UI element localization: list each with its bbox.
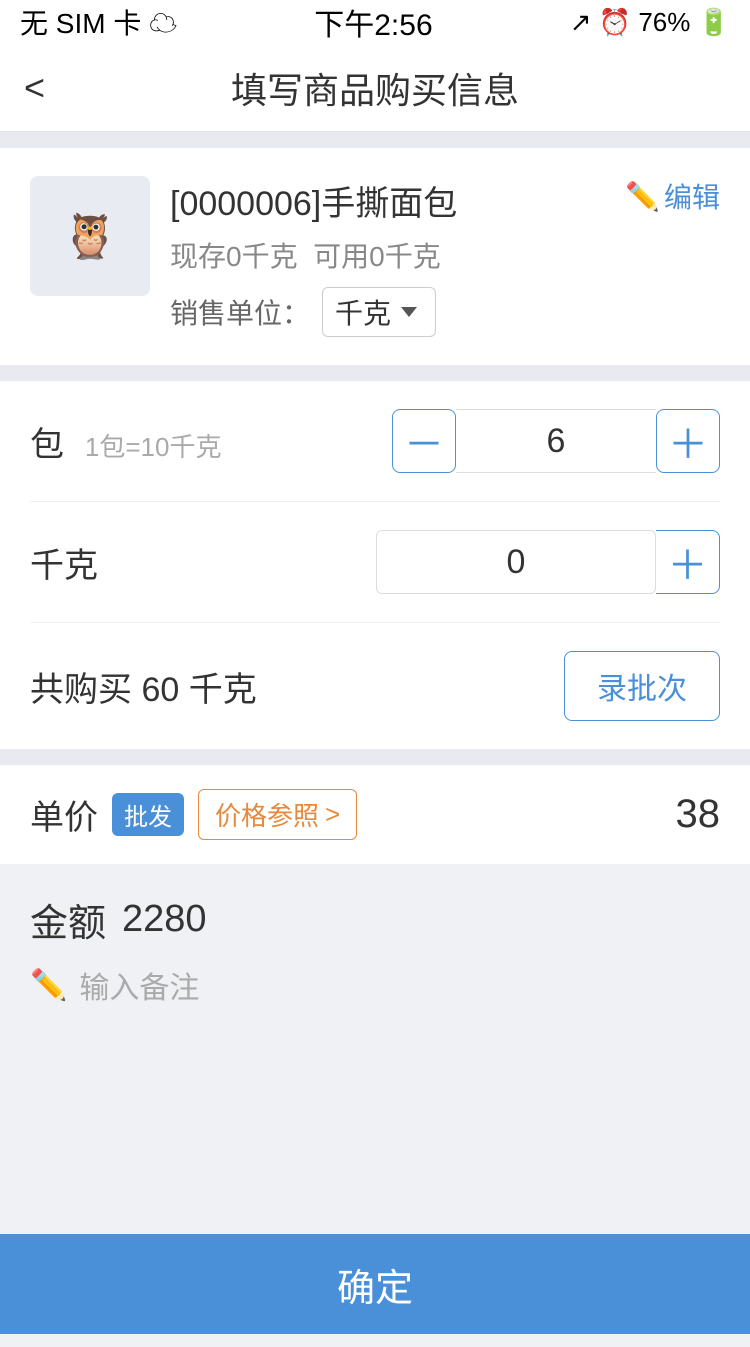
qty-bao-controls: － ＋ [392, 409, 720, 473]
qty-bao-plus[interactable]: ＋ [656, 409, 720, 473]
sim-status: 无 SIM 卡 ☁ [20, 2, 177, 42]
unit-label: 销售单位： [170, 292, 310, 332]
total-label: 共购买 60 千克 [30, 662, 257, 711]
chevron-down-icon [401, 307, 417, 317]
qty-bao-hint: 1包=10千克 [85, 432, 222, 462]
divider-price [0, 749, 750, 765]
remark-icon: ✏️ [30, 968, 67, 1003]
remark-row[interactable]: ✏️ 输入备注 [30, 963, 720, 1007]
page-title: 填写商品购买信息 [231, 62, 519, 114]
status-time: 下午2:56 [314, 0, 432, 44]
total-row: 共购买 60 千克 录批次 [30, 623, 720, 749]
price-ref-button[interactable]: 价格参照 > [198, 789, 357, 840]
divider-mid [0, 365, 750, 381]
price-label: 单价 [30, 790, 98, 839]
chevron-right-icon: > [325, 799, 340, 830]
battery-status: ↗ ⏰ 76% 🔋 [570, 7, 730, 38]
price-section: 单价 批发 价格参照 > 38 [0, 765, 750, 864]
qty-bao-label: 包 1包=10千克 [30, 417, 221, 466]
back-button[interactable]: < [24, 67, 45, 109]
qty-bao-row: 包 1包=10千克 － ＋ [30, 381, 720, 502]
qty-kg-label: 千克 [30, 538, 98, 587]
unit-row: 销售单位： 千克 [170, 287, 720, 337]
amount-value: 2280 [122, 898, 207, 941]
price-value: 38 [676, 792, 721, 837]
unit-select[interactable]: 千克 [322, 287, 436, 337]
product-name-row: [0000006]手撕面包 ✏️ 编辑 [170, 176, 720, 225]
confirm-button[interactable]: 确定 [337, 1257, 413, 1312]
status-left: 无 SIM 卡 ☁ [20, 2, 177, 42]
confirm-bar: 确定 [0, 1234, 750, 1334]
amount-label: 金额 [30, 892, 106, 947]
product-card: 🦉 [0000006]手撕面包 ✏️ 编辑 现存0千克 可用0千克 销售单位： … [0, 148, 750, 365]
qty-bao-minus[interactable]: － [392, 409, 456, 473]
plus-icon-kg: ＋ [668, 533, 708, 591]
qty-bao-input[interactable] [456, 409, 656, 473]
owl-icon: 🦉 [63, 210, 118, 262]
product-info: [0000006]手撕面包 ✏️ 编辑 现存0千克 可用0千克 销售单位： 千克 [170, 176, 720, 337]
qty-kg-plus[interactable]: ＋ [656, 530, 720, 594]
qty-kg-input[interactable] [376, 530, 656, 594]
stock-info: 现存0千克 可用0千克 [170, 235, 720, 275]
plus-icon: ＋ [668, 412, 708, 470]
price-left: 单价 批发 价格参照 > [30, 789, 357, 840]
status-right: ↗ ⏰ 76% 🔋 [570, 7, 730, 38]
remark-label: 输入备注 [79, 963, 199, 1007]
record-batch-button[interactable]: 录批次 [564, 651, 720, 721]
product-image: 🦉 [30, 176, 150, 296]
edit-icon: ✏️ [625, 180, 660, 213]
amount-row: 金额 2280 [30, 892, 720, 947]
qty-kg-row: 千克 ＋ [30, 502, 720, 623]
amount-section: 金额 2280 ✏️ 输入备注 [0, 864, 750, 1027]
product-name: [0000006]手撕面包 [170, 176, 457, 225]
status-bar: 无 SIM 卡 ☁ 下午2:56 ↗ ⏰ 76% 🔋 [0, 0, 750, 44]
quantity-section: 包 1包=10千克 － ＋ 千克 ＋ 共购买 60 千克 录批次 [0, 381, 750, 749]
qty-kg-controls: ＋ [376, 530, 720, 594]
nav-bar: < 填写商品购买信息 [0, 44, 750, 132]
edit-button[interactable]: ✏️ 编辑 [625, 176, 720, 216]
minus-icon: － [404, 412, 444, 470]
batch-tag: 批发 [112, 793, 184, 836]
divider-top [0, 132, 750, 148]
